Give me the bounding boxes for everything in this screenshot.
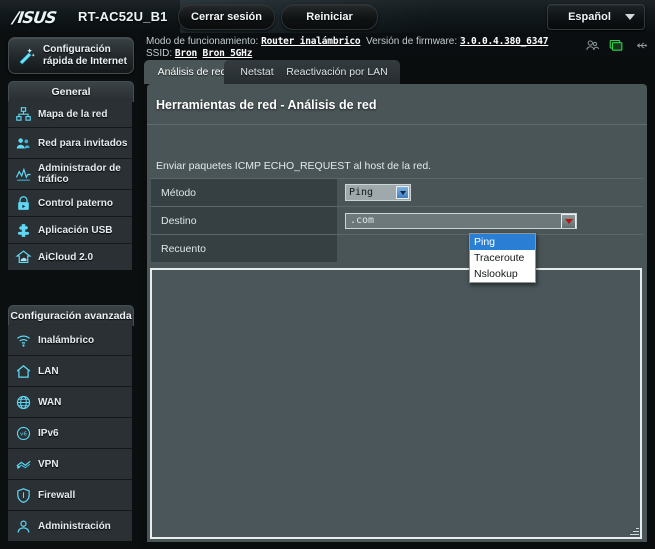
destination-value: .com <box>350 215 375 226</box>
firmware-label: Versión de firmware: <box>366 36 458 47</box>
parental-control-icon <box>8 195 38 212</box>
language-label: Español <box>568 11 611 23</box>
diagnostic-form: Método Ping Destino .com Recuento <box>151 178 643 262</box>
destination-input[interactable]: .com <box>345 212 577 229</box>
sidebar-item-lan[interactable]: LAN <box>8 356 132 387</box>
method-dropdown-list[interactable]: Ping Traceroute Nslookup <box>469 233 536 283</box>
aicloud-icon <box>8 249 38 266</box>
clients-icon[interactable] <box>585 38 600 53</box>
sidebar-item-administration[interactable]: Administración <box>8 511 132 541</box>
destination-field-cell: .com <box>337 207 643 234</box>
sidebar-item-firewall[interactable]: Firewall <box>8 480 132 511</box>
network-map-icon <box>8 106 38 123</box>
method-field-cell: Ping <box>337 179 643 206</box>
sidebar-item-label: Firewall <box>38 489 76 501</box>
mode-label: Modo de funcionamiento: <box>146 36 259 47</box>
page-title: Herramientas de red - Análisis de red <box>156 98 377 112</box>
sidebar-quick-internet-setup[interactable]: Configuración rápida de Internet <box>8 37 134 74</box>
router-model-label: RT-AC52U_B1 <box>78 9 168 24</box>
firewall-icon <box>8 487 38 504</box>
page-description: Enviar paquetes ICMP ECHO_REQUEST al hos… <box>156 160 432 172</box>
asus-logo: /ISUS <box>11 8 58 27</box>
sidebar-item-traffic-manager[interactable]: Administrador de tráfico <box>8 159 132 190</box>
sidebar-item-label: IPv6 <box>38 427 59 439</box>
sidebar-item-parental-control[interactable]: Control paterno <box>8 190 132 217</box>
usb-icon[interactable] <box>633 38 648 53</box>
sidebar-item-label: Red para invitados <box>38 137 128 149</box>
destination-label: Destino <box>151 207 337 234</box>
sidebar-item-label: WAN <box>38 396 62 408</box>
ipv6-icon: v6 <box>8 425 38 442</box>
sidebar-item-usb-application[interactable]: Aplicación USB <box>8 217 132 244</box>
title-divider <box>147 124 647 125</box>
sidebar-item-label: AiCloud 2.0 <box>38 251 94 263</box>
administration-icon <box>8 518 38 535</box>
sidebar-general-list: Mapa de la red Red para invitados Admini… <box>8 101 132 270</box>
sidebar-item-guest-network[interactable]: Red para invitados <box>8 128 132 159</box>
dropdown-option-nslookup[interactable]: Nslookup <box>470 266 535 282</box>
router-admin-page: /ISUS RT-AC52U_B1 Cerrar sesión Reinicia… <box>0 0 655 549</box>
sidebar-section-advanced: Configuración avanzada <box>8 305 134 326</box>
method-selected-value: Ping <box>349 187 374 198</box>
tab-wake-on-lan[interactable]: Reactivación por LAN <box>274 60 400 84</box>
sidebar-item-label: Administración <box>38 520 111 532</box>
sidebar-item-vpn[interactable]: VPN <box>8 449 132 480</box>
magic-wand-icon <box>9 46 43 65</box>
diagnostic-output-textarea[interactable] <box>152 270 640 537</box>
vpn-icon <box>8 456 38 473</box>
count-label: Recuento <box>151 235 337 262</box>
sidebar-item-network-map[interactable]: Mapa de la red <box>8 101 132 128</box>
sidebar-item-ipv6[interactable]: v6 IPv6 <box>8 418 132 449</box>
dropdown-option-traceroute[interactable]: Traceroute <box>470 250 535 266</box>
sidebar-item-aicloud[interactable]: AiCloud 2.0 <box>8 244 132 270</box>
sidebar: Configuración rápida de Internet General… <box>0 33 140 549</box>
chevron-down-icon <box>625 14 635 20</box>
sidebar-item-label: LAN <box>38 365 59 377</box>
sidebar-item-wan[interactable]: WAN <box>8 387 132 418</box>
top-header: /ISUS RT-AC52U_B1 Cerrar sesión Reinicia… <box>0 0 655 34</box>
sidebar-item-label: Mapa de la red <box>38 108 108 120</box>
router-info-strip: Modo de funcionamiento: Router inalámbri… <box>140 33 655 59</box>
sidebar-item-label: VPN <box>38 458 59 470</box>
dropdown-option-ping[interactable]: Ping <box>470 234 535 250</box>
form-row-destination: Destino .com <box>151 206 643 234</box>
guest-network-icon <box>8 135 38 152</box>
form-row-method: Método Ping <box>151 178 643 206</box>
method-label: Método <box>151 179 337 206</box>
form-row-count: Recuento <box>151 234 643 262</box>
info-line-mode: Modo de funcionamiento: Router inalámbri… <box>146 36 548 47</box>
sidebar-section-general: General <box>8 81 134 102</box>
sidebar-item-label: Administrador de tráfico <box>38 163 121 185</box>
chevron-down-icon[interactable] <box>396 186 409 199</box>
language-selector[interactable]: Español <box>547 4 645 30</box>
history-dropdown-icon[interactable] <box>561 213 576 228</box>
monitor-icon[interactable] <box>609 38 624 53</box>
usb-application-icon <box>8 222 38 239</box>
mode-value: Router inalámbrico <box>261 36 361 47</box>
sidebar-item-label: Aplicación USB <box>38 224 113 236</box>
reboot-button[interactable]: Reiniciar <box>281 4 378 30</box>
firmware-value[interactable]: 3.0.0.4.380_6347 <box>460 36 549 47</box>
sidebar-item-label: Inalámbrico <box>38 334 95 346</box>
sidebar-item-wireless[interactable]: Inalámbrico <box>8 325 132 356</box>
sidebar-advanced-list: Inalámbrico LAN WAN v6 IPv6 VPN Firewall… <box>8 325 132 541</box>
tab-bar: Análisis de red Netstat Reactivación por… <box>140 58 655 84</box>
status-icon-group <box>585 38 648 53</box>
logout-button[interactable]: Cerrar sesión <box>178 4 275 30</box>
method-select[interactable]: Ping <box>345 184 411 201</box>
svg-text:v6: v6 <box>20 431 27 437</box>
lan-icon <box>8 363 38 380</box>
wan-icon <box>8 394 38 411</box>
traffic-manager-icon <box>8 166 38 183</box>
wireless-icon <box>8 332 38 349</box>
diagnostic-output-container <box>150 268 642 539</box>
quick-setup-label: Configuración rápida de Internet <box>43 43 127 67</box>
sidebar-item-label: Control paterno <box>38 197 113 209</box>
